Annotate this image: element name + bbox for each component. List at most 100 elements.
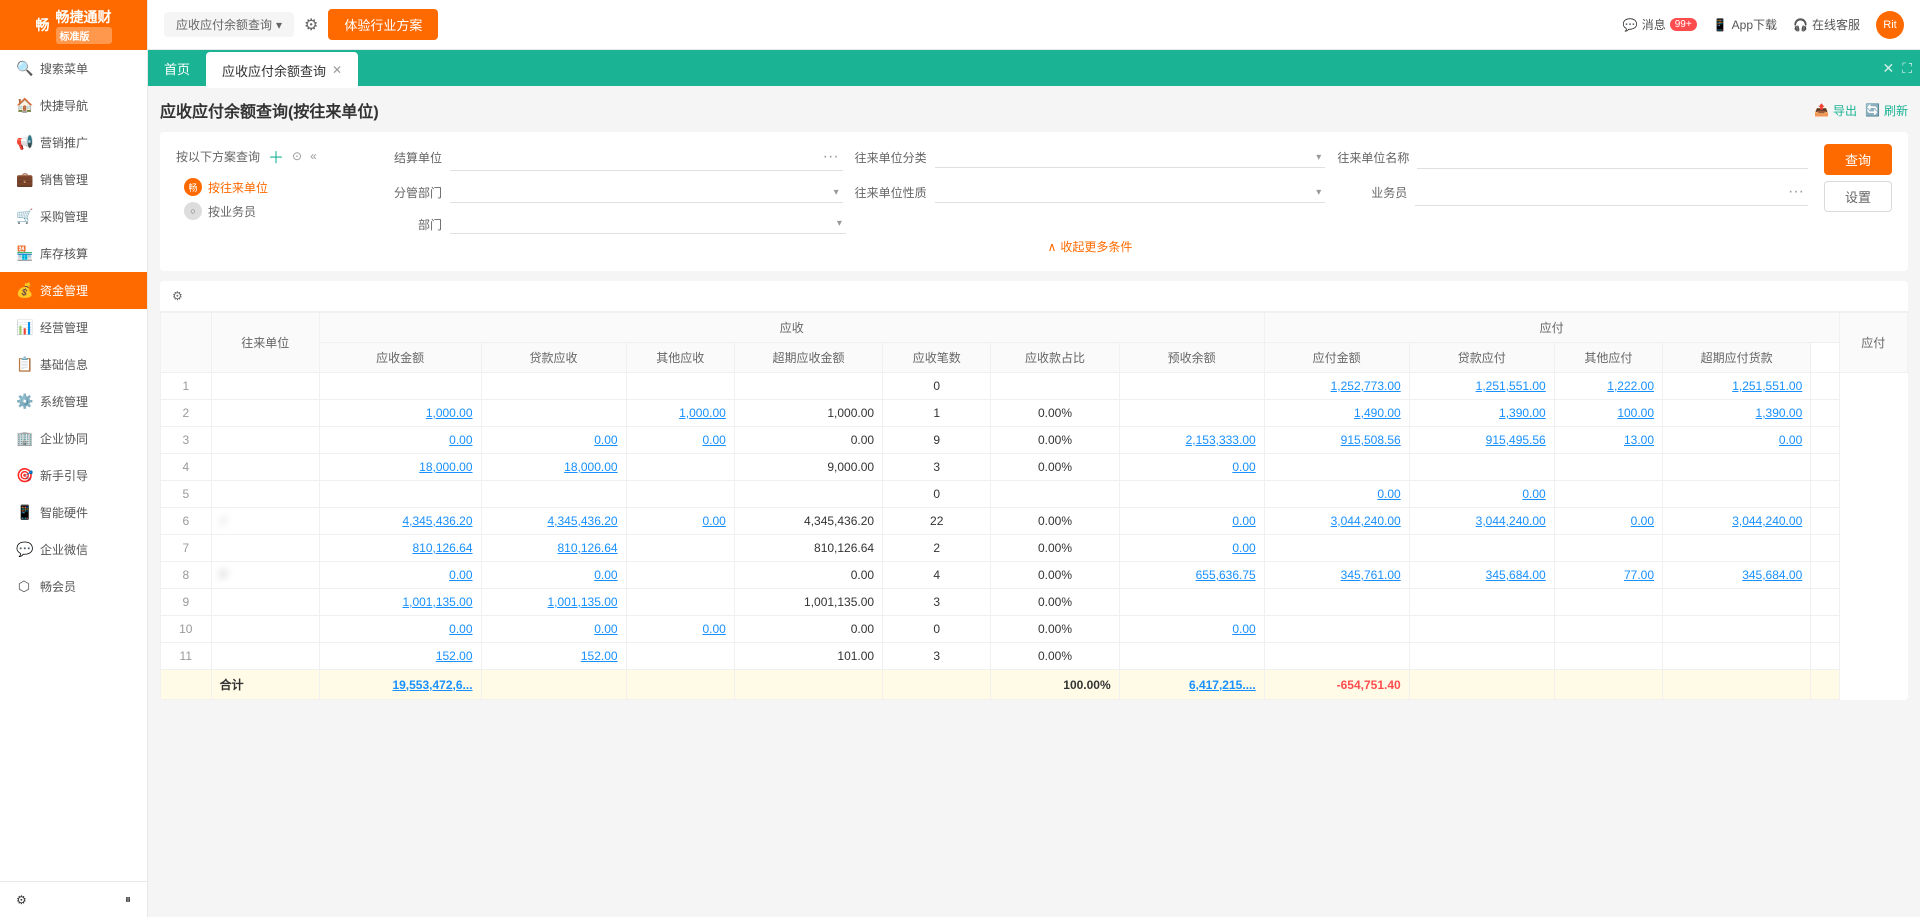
sidebar-label-inventory: 库存核算 — [40, 245, 88, 262]
export-button[interactable]: 📤 导出 — [1814, 102, 1857, 119]
footer-prepaid[interactable]: 6,417,215.... — [1119, 670, 1264, 700]
search-row-2: 分管部门 ▾ 往来单位性质 ▾ 业务员 — [372, 179, 1808, 206]
sidebar-item-sales[interactable]: 💼 销售管理 — [0, 161, 147, 198]
sidebar-collapse-icon[interactable]: ⏸ — [125, 892, 131, 907]
scheme-by-salesman[interactable]: ○ 按业务员 — [184, 202, 356, 220]
sidebar-item-hardware[interactable]: 📱 智能硬件 — [0, 494, 147, 531]
user-avatar[interactable]: Rit — [1876, 11, 1904, 39]
home-icon: 🏠 — [16, 97, 32, 114]
table-row: 11152.00152.00101.0030.00% — [161, 643, 1908, 670]
col-num-header — [161, 313, 212, 373]
col-overdue-ar-header: 超期应收金额 — [734, 343, 882, 373]
table-row: 21,000.001,000.001,000.0010.00%1,490.001… — [161, 400, 1908, 427]
service-icon: 🎧 — [1793, 18, 1808, 32]
col-receivable-group: 应收 — [319, 313, 1264, 343]
sidebar-label-search: 搜索菜单 — [40, 60, 88, 77]
sidebar-item-corp[interactable]: 🏢 企业协同 — [0, 420, 147, 457]
settlement-unit-label: 结算单位 — [372, 149, 442, 166]
hardware-icon: 📱 — [16, 504, 32, 521]
messages-button[interactable]: 💬 消息 99+ — [1623, 16, 1697, 33]
footer-ar-total[interactable]: 19,553,472,6... — [319, 670, 481, 700]
table-row: 6√4,345,436.204,345,436.200.004,345,436.… — [161, 508, 1908, 535]
header-gear-icon[interactable]: ⚙ — [304, 15, 318, 35]
sidebar-item-wechat[interactable]: 💬 企业微信 — [0, 531, 147, 568]
refresh-label: 刷新 — [1884, 102, 1908, 119]
sidebar-label-member: 畅会员 — [40, 578, 76, 595]
salesman-label: 业务员 — [1337, 184, 1407, 201]
sidebar-item-purchase[interactable]: 🛒 采购管理 — [0, 198, 147, 235]
table-toolbar: ⚙ — [160, 281, 1908, 312]
solution-button[interactable]: 体验行业方案 — [328, 9, 438, 40]
field-partner-category: 往来单位分类 ▾ — [855, 144, 1326, 171]
sidebar-item-search[interactable]: 🔍 搜索菜单 — [0, 50, 147, 87]
page-actions: 📤 导出 🔄 刷新 — [1814, 102, 1908, 119]
search-collapse-icon[interactable]: « — [310, 149, 317, 163]
finance-icon: 💰 — [16, 282, 32, 299]
search-row-3: 部门 ▾ — [372, 214, 1808, 234]
table-settings-icon[interactable]: ⚙ — [172, 289, 183, 303]
breadcrumb: 应收应付余额查询 ▾ — [164, 12, 294, 37]
breadcrumb-dropdown-icon[interactable]: ▾ — [276, 18, 282, 32]
partner-nature-input[interactable]: ▾ — [935, 183, 1326, 203]
inventory-icon: 🏪 — [16, 245, 32, 262]
partner-category-input[interactable]: ▾ — [935, 148, 1326, 168]
footer-label: 合计 — [211, 670, 319, 700]
sidebar-item-finance[interactable]: 💰 资金管理 — [0, 272, 147, 309]
collapse-icon: ∧ — [1048, 240, 1057, 254]
salesman-input[interactable]: ··· — [1415, 179, 1808, 206]
sidebar-item-member[interactable]: ⬡ 畅会员 — [0, 568, 147, 605]
sidebar-settings-icon[interactable]: ⚙ — [16, 893, 27, 907]
header-right: 💬 消息 99+ 📱 App下载 🎧 在线客服 Rit — [1623, 11, 1904, 39]
footer-overdue-ar — [734, 670, 882, 700]
sidebar-item-marketing[interactable]: 📢 营销推广 — [0, 124, 147, 161]
sidebar-label-sales: 销售管理 — [40, 171, 88, 188]
sidebar-item-system[interactable]: ⚙️ 系统管理 — [0, 383, 147, 420]
department-input[interactable]: ▾ — [450, 183, 843, 203]
basic-icon: 📋 — [16, 356, 32, 373]
tab-close-all-icon[interactable]: ✕ — [1882, 60, 1894, 77]
sidebar-item-inventory[interactable]: 🏪 库存核算 — [0, 235, 147, 272]
sidebar-label-hardware: 智能硬件 — [40, 504, 88, 521]
tab-expand-icon[interactable]: ⛶ — [1902, 60, 1912, 77]
search-area: 按以下方案查询 ＋ ⊙ « 畅 按往来单位 ○ 按业务员 — [160, 132, 1908, 271]
table-container: ⚙ 往来单位 应收 应付 应付 应收金额 贷款应收 — [160, 281, 1908, 700]
refresh-button[interactable]: 🔄 刷新 — [1865, 102, 1908, 119]
partner-nature-label: 往来单位性质 — [855, 184, 927, 201]
table-row: 30.000.000.000.0090.00%2,153,333.00915,5… — [161, 427, 1908, 454]
sidebar-label-operation: 经营管理 — [40, 319, 88, 336]
collapse-row[interactable]: ∧ 收起更多条件 — [372, 234, 1808, 259]
app-download-button[interactable]: 📱 App下载 — [1713, 16, 1777, 33]
field-salesman: 业务员 ··· — [1337, 179, 1808, 206]
query-button[interactable]: 查询 — [1824, 144, 1892, 175]
footer-other-ap — [1554, 670, 1662, 700]
partner-name-input[interactable] — [1417, 146, 1808, 169]
tab-close-icon[interactable]: ✕ — [332, 63, 342, 77]
page-header: 应收应付余额查询(按往来单位) 📤 导出 🔄 刷新 — [160, 98, 1908, 122]
message-icon: 💬 — [1623, 18, 1638, 32]
sidebar-item-guide[interactable]: 🎯 新手引导 — [0, 457, 147, 494]
page-title: 应收应付余额查询(按往来单位) — [160, 98, 379, 122]
table-row: 101,252,773.001,251,551.001,222.001,251,… — [161, 373, 1908, 400]
add-scheme-button[interactable]: ＋ — [268, 144, 284, 168]
set-button[interactable]: 设置 — [1824, 181, 1892, 212]
tab-home[interactable]: 首页 — [148, 50, 206, 86]
tab-arbalance[interactable]: 应收应付余额查询 ✕ — [206, 52, 358, 88]
table-row: 91,001,135.001,001,135.001,001,135.0030.… — [161, 589, 1908, 616]
sidebar-item-basic[interactable]: 📋 基础信息 — [0, 346, 147, 383]
sidebar-item-operation[interactable]: 📊 经营管理 — [0, 309, 147, 346]
scheme-settings-icon[interactable]: ⊙ — [292, 149, 302, 163]
online-service-button[interactable]: 🎧 在线客服 — [1793, 16, 1860, 33]
app-icon: 📱 — [1713, 18, 1728, 32]
logo-icon: 畅 — [36, 15, 50, 35]
sidebar-label-guide: 新手引导 — [40, 467, 88, 484]
footer-overdue-ap — [1663, 670, 1811, 700]
scheme-by-partner[interactable]: 畅 按往来单位 — [184, 178, 356, 196]
settlement-unit-input[interactable]: ··· — [450, 144, 843, 171]
user-name: Rit — [1883, 19, 1896, 31]
purchase-icon: 🛒 — [16, 208, 32, 225]
dept-input[interactable]: ▾ — [450, 214, 846, 234]
sidebar-footer: ⚙ ⏸ — [0, 881, 147, 917]
table-row: 8P0.000.000.0040.00%655,636.75345,761.00… — [161, 562, 1908, 589]
footer-ap-remain — [1811, 670, 1839, 700]
sidebar-item-quick[interactable]: 🏠 快捷导航 — [0, 87, 147, 124]
